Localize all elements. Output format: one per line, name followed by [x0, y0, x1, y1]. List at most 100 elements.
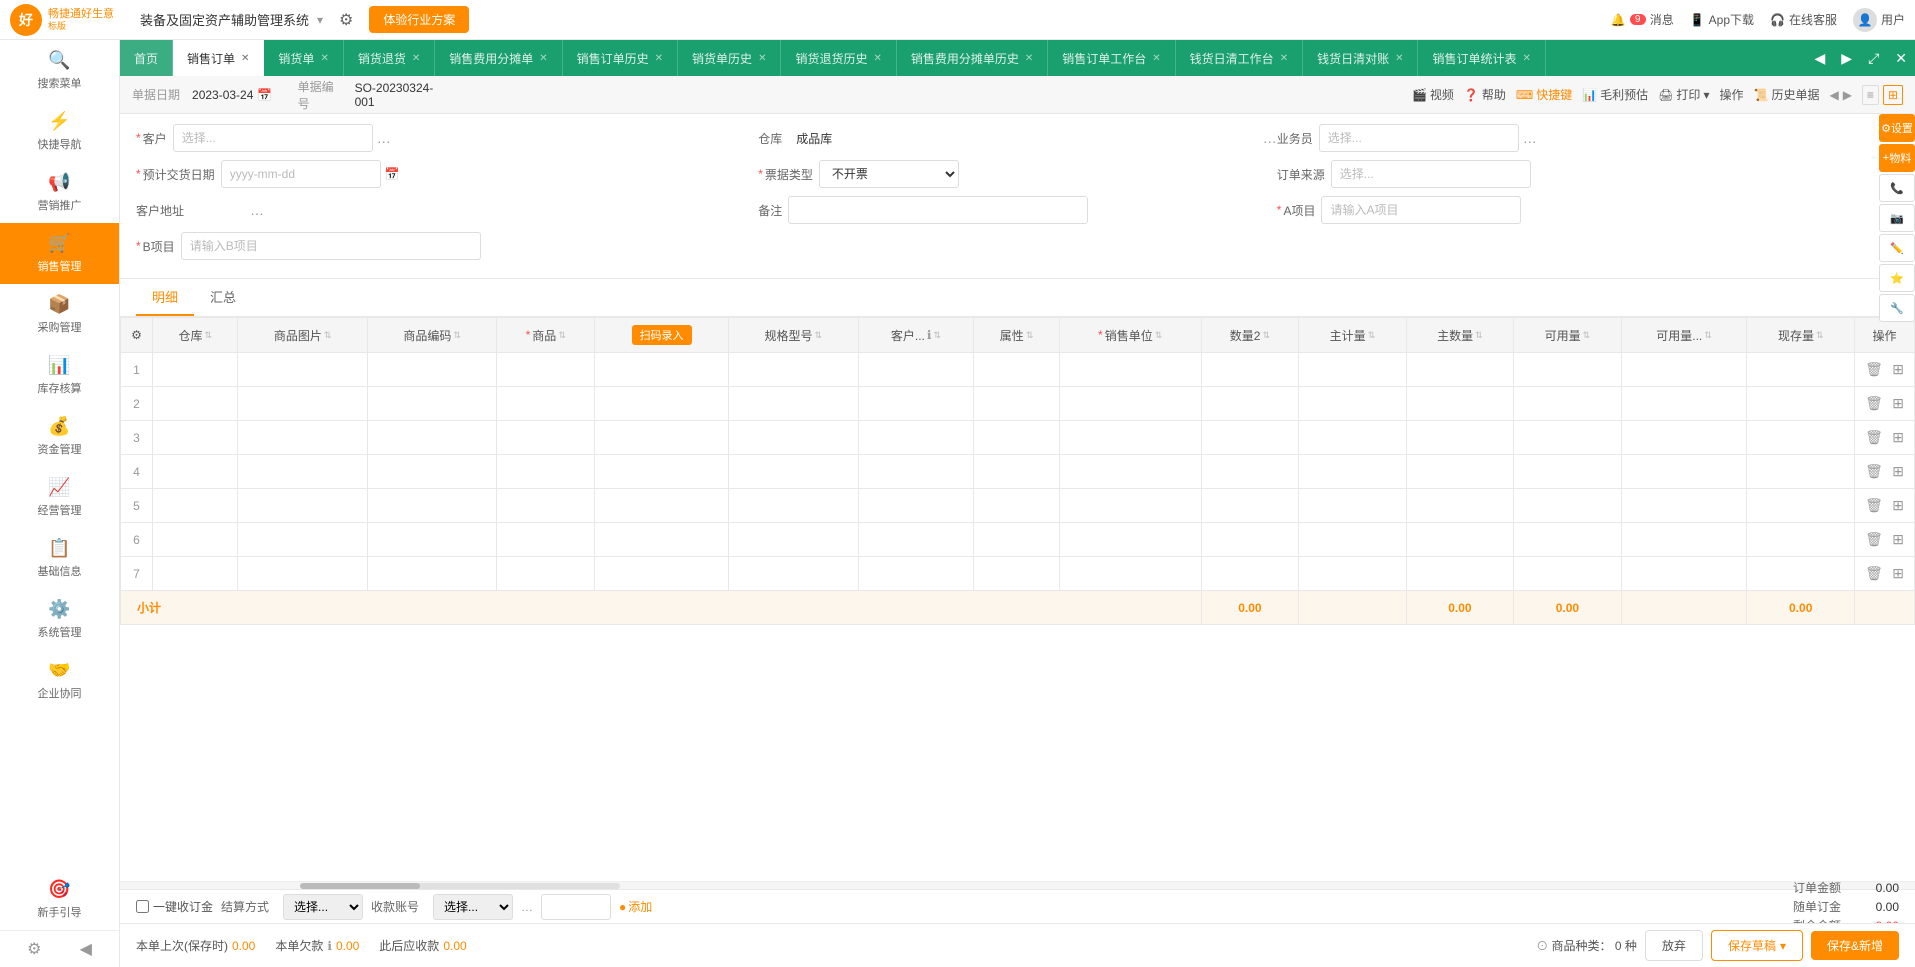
- tab-close-sales-workbench[interactable]: ✕: [1152, 53, 1160, 64]
- print-btn[interactable]: 🖨 打印 ▾: [1658, 86, 1709, 103]
- tab-summary[interactable]: 汇总: [194, 279, 252, 316]
- order-source-input[interactable]: [1331, 160, 1531, 188]
- sidebar-settings-icon[interactable]: ⚙: [27, 939, 41, 959]
- scrollbar-thumb[interactable]: [300, 883, 420, 889]
- invoice-select[interactable]: 不开票: [819, 160, 959, 188]
- sidebar-item-basic-info[interactable]: 📋 基础信息: [0, 528, 119, 589]
- row-copy-icon[interactable]: ⊞: [1892, 463, 1904, 479]
- note-input[interactable]: [788, 196, 1088, 224]
- sort-name-icon[interactable]: ⇅: [558, 330, 566, 341]
- tab-close-sales-stats[interactable]: ✕: [1523, 53, 1531, 64]
- sidebar-item-management[interactable]: 📈 经营管理: [0, 467, 119, 528]
- row-copy-icon[interactable]: ⊞: [1892, 531, 1904, 547]
- tab-detail[interactable]: 明细: [136, 279, 194, 316]
- save-draft-btn[interactable]: 保存草稿 ▾: [1711, 930, 1803, 961]
- customer-addr-more-btn[interactable]: …: [250, 202, 264, 218]
- tab-close-sales-return[interactable]: ✕: [412, 53, 420, 64]
- one-click-label[interactable]: 一键收订金: [136, 898, 213, 915]
- sort-main-qty-icon[interactable]: ⇅: [1475, 330, 1483, 341]
- row-copy-icon[interactable]: ⊞: [1892, 361, 1904, 377]
- sort-unit-icon[interactable]: ⇅: [1155, 330, 1163, 341]
- tab-next-btn[interactable]: ▶: [1833, 40, 1860, 76]
- sort-customer-code-icon[interactable]: ⇅: [933, 330, 941, 341]
- online-service-btn[interactable]: 🎧 在线客服: [1770, 11, 1837, 28]
- tab-close-daily-workbench[interactable]: ✕: [1280, 53, 1288, 64]
- tab-sales-invoice[interactable]: 销货单 ✕: [264, 40, 343, 76]
- row-delete-icon[interactable]: 🗑: [1865, 565, 1883, 581]
- tab-sales-return[interactable]: 销货退货 ✕: [344, 40, 435, 76]
- sidebar-item-system[interactable]: ⚙️ 系统管理: [0, 589, 119, 650]
- toolbar-next-btn[interactable]: ▶: [1843, 88, 1852, 102]
- tab-maximize-btn[interactable]: ⤢: [1860, 40, 1887, 76]
- settlement-select[interactable]: 选择...: [283, 894, 363, 920]
- tab-sales-expense[interactable]: 销售费用分摊单 ✕: [435, 40, 562, 76]
- payment-add-btn[interactable]: ● 添加: [619, 898, 652, 915]
- sort-model-icon[interactable]: ⇅: [815, 330, 823, 341]
- row-copy-icon[interactable]: ⊞: [1892, 565, 1904, 581]
- sort-available-icon[interactable]: ⇅: [1583, 330, 1591, 341]
- row-delete-icon[interactable]: 🗑: [1865, 531, 1883, 547]
- delivery-calendar-icon[interactable]: 📅: [385, 167, 400, 181]
- row-copy-icon[interactable]: ⊞: [1892, 497, 1904, 513]
- tab-daily-workbench[interactable]: 钱货日清工作台 ✕: [1176, 40, 1303, 76]
- tab-close-sales-order-history[interactable]: ✕: [655, 53, 663, 64]
- tab-home[interactable]: 首页: [120, 40, 173, 76]
- b-project-input[interactable]: [181, 232, 481, 260]
- settings-float-btn[interactable]: ⚙ 设置: [1879, 114, 1915, 142]
- save-new-btn[interactable]: 保存&新增: [1811, 931, 1899, 960]
- tab-sales-workbench[interactable]: 销售订单工作台 ✕: [1048, 40, 1175, 76]
- shortcut-btn[interactable]: ⌨ 快捷键: [1516, 86, 1572, 103]
- delivery-input[interactable]: [221, 160, 381, 188]
- tab-sales-invoice-history[interactable]: 销货单历史 ✕: [678, 40, 781, 76]
- one-click-checkbox[interactable]: [136, 900, 149, 913]
- industry-btn[interactable]: 体验行业方案: [369, 6, 469, 33]
- edit-float-btn[interactable]: ✏️: [1879, 234, 1915, 262]
- sort-attr-icon[interactable]: ⇅: [1026, 330, 1034, 341]
- payment-amount[interactable]: 0.00: [541, 894, 611, 920]
- row-delete-icon[interactable]: 🗑: [1865, 361, 1883, 377]
- row-delete-icon[interactable]: 🗑: [1865, 463, 1883, 479]
- tab-close-sales-expense-history[interactable]: ✕: [1025, 53, 1033, 64]
- sidebar-collapse-icon[interactable]: ◀: [80, 939, 92, 959]
- staff-input[interactable]: [1319, 124, 1519, 152]
- row-copy-icon[interactable]: ⊞: [1892, 429, 1904, 445]
- row-delete-icon[interactable]: 🗑: [1865, 497, 1883, 513]
- tab-sales-stats[interactable]: 销售订单统计表 ✕: [1418, 40, 1545, 76]
- sort-available2-icon[interactable]: ⇅: [1704, 330, 1712, 341]
- tab-sales-order-history[interactable]: 销售订单历史 ✕: [563, 40, 678, 76]
- help-btn[interactable]: ❓ 帮助: [1464, 86, 1506, 103]
- sidebar-item-sales[interactable]: 🛒 销售管理: [0, 223, 119, 284]
- sort-qty2-icon[interactable]: ⇅: [1262, 330, 1270, 341]
- star-float-btn[interactable]: ⭐: [1879, 264, 1915, 292]
- system-dropdown-icon[interactable]: ▾: [317, 13, 323, 27]
- grid-view-btn[interactable]: ⊞: [1883, 85, 1903, 105]
- tab-close-sales-invoice-history[interactable]: ✕: [758, 53, 766, 64]
- sort-image-icon[interactable]: ⇅: [324, 330, 332, 341]
- account-more-btn[interactable]: …: [521, 900, 533, 914]
- operate-btn[interactable]: 操作: [1719, 86, 1743, 103]
- settings-icon[interactable]: ⚙: [339, 10, 353, 30]
- sidebar-item-search[interactable]: 🔍 搜索菜单: [0, 40, 119, 101]
- tool-float-btn[interactable]: 🔧: [1879, 294, 1915, 322]
- customer-more-btn[interactable]: …: [377, 130, 391, 146]
- tab-prev-btn[interactable]: ◀: [1807, 40, 1834, 76]
- toolbar-prev-btn[interactable]: ◀: [1829, 88, 1838, 102]
- discard-btn[interactable]: 放弃: [1645, 930, 1703, 961]
- history-btn[interactable]: 📜 历史单据: [1753, 86, 1819, 103]
- staff-more-btn[interactable]: …: [1523, 130, 1537, 146]
- phone-float-btn[interactable]: 📞: [1879, 174, 1915, 202]
- profit-btn[interactable]: 📊 毛利预估: [1582, 86, 1648, 103]
- notifications-btn[interactable]: 🔔 9 消息: [1611, 11, 1674, 28]
- sidebar-item-purchase[interactable]: 📦 采购管理: [0, 284, 119, 345]
- camera-float-btn[interactable]: 📷: [1879, 204, 1915, 232]
- tab-sales-return-history[interactable]: 销货退货历史 ✕: [781, 40, 896, 76]
- tab-sales-order[interactable]: 销售订单 ✕: [173, 40, 264, 76]
- calendar-icon[interactable]: 📅: [257, 88, 272, 102]
- view-btn[interactable]: 🎬 视频: [1412, 86, 1454, 103]
- sort-warehouse-icon[interactable]: ⇅: [204, 330, 212, 341]
- tab-close-all-btn[interactable]: ✕: [1887, 40, 1915, 76]
- tab-sales-expense-history[interactable]: 销售费用分摊单历史 ✕: [897, 40, 1048, 76]
- save-draft-dropdown-icon[interactable]: ▾: [1780, 939, 1786, 953]
- tab-close-sales-expense[interactable]: ✕: [539, 53, 547, 64]
- tab-close-sales-invoice[interactable]: ✕: [320, 53, 328, 64]
